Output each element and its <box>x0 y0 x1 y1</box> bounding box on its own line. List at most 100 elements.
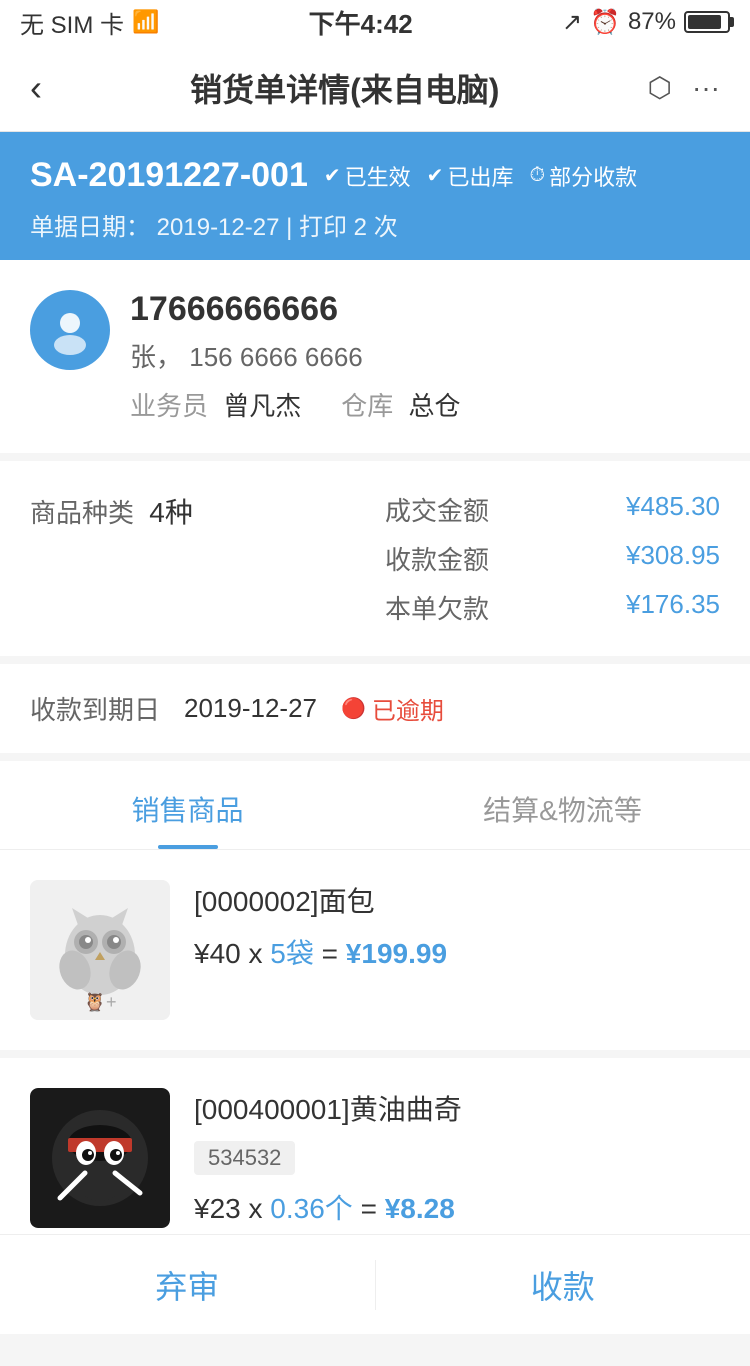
status-badge-3: ⏱ 部分收款 <box>529 160 637 192</box>
customer-name: 张， <box>130 342 182 372</box>
location-icon: ↗ <box>562 8 582 37</box>
summary-section: 商品种类 4种 成交金额 ¥485.30 收款金额 ¥308.95 本单欠款 ¥… <box>0 461 750 656</box>
status-badge-2: ✔ 已出库 <box>427 160 514 192</box>
check-icon-2: ✔ <box>427 163 444 188</box>
received-label: 收款金额 <box>385 540 489 577</box>
list-item: [000400001]黄油曲奇 534532 ¥23 x 0.36个 = ¥8.… <box>0 1058 750 1258</box>
product-price-1: ¥40 x 5袋 = ¥199.99 <box>194 932 720 972</box>
tab-settlement[interactable]: 结算&物流等 <box>375 761 750 849</box>
status-left: 无 SIM 卡 📶 <box>20 5 159 40</box>
customer-name-phone: 张， 156 6666 6666 <box>130 337 720 374</box>
status-badge-1: ✔ 已生效 <box>324 160 411 192</box>
salesperson-value: 曾凡杰 <box>223 391 301 421</box>
order-date: 2019-12-27 <box>157 214 280 241</box>
product-info-1: [0000002]面包 ¥40 x 5袋 = ¥199.99 <box>194 880 720 972</box>
overdue-icon: 🔴 <box>341 696 366 721</box>
due-label: 收款到期日 <box>30 690 160 727</box>
order-id: SA-20191227-001 <box>30 156 308 195</box>
overdue-text: 已逾期 <box>372 691 444 726</box>
received-row: 收款金额 ¥308.95 <box>385 540 720 577</box>
more-icon[interactable]: ··· <box>692 72 720 104</box>
tab-products-label: 销售商品 <box>131 795 243 826</box>
tabs-section: 销售商品 结算&物流等 <box>0 761 750 850</box>
status-time: 下午4:42 <box>309 4 413 41</box>
warehouse-label: 仓库 <box>341 391 393 421</box>
product-qty-1: 5袋 <box>270 938 321 969</box>
product-image-2 <box>30 1088 170 1228</box>
status-label-3: 部分收款 <box>549 160 637 192</box>
nav-actions: ⬡ ··· <box>648 71 720 104</box>
carrier-text: 无 SIM 卡 <box>20 5 124 40</box>
check-icon-1: ✔ <box>324 163 341 188</box>
product-thumb-1: 🦉+ <box>30 880 170 1020</box>
date-label: 单据日期： <box>30 214 150 241</box>
clock-icon: ⏱ <box>529 164 545 187</box>
cancel-button[interactable]: 弃审 <box>0 1242 375 1328</box>
confirm-button[interactable]: 收款 <box>376 1242 750 1328</box>
product-code-1: [0000002] <box>194 886 319 917</box>
product-list: 🦉+ [0000002]面包 ¥40 x 5袋 = ¥199.99 <box>0 850 750 1258</box>
customer-avatar <box>30 290 110 370</box>
nav-title: 销货单详情(来自电脑) <box>190 65 499 111</box>
product-name-2: [000400001]黄油曲奇 <box>194 1088 720 1128</box>
product-thumb-2 <box>30 1088 170 1228</box>
overdue-badge: 🔴 已逾期 <box>341 691 444 726</box>
product-base-price-1: ¥40 <box>194 938 241 969</box>
avatar-icon <box>45 305 95 355</box>
share-icon[interactable]: ⬡ <box>648 71 672 104</box>
status-label-2: 已出库 <box>447 160 513 192</box>
category-count: 4种 <box>149 497 193 528</box>
product-name-1: [0000002]面包 <box>194 880 720 920</box>
salesperson-label: 业务员 <box>130 391 208 421</box>
amount-value: ¥485.30 <box>626 491 720 528</box>
amount-label: 成交金额 <box>385 491 489 528</box>
salesperson-row: 业务员 曾凡杰 <box>130 386 301 423</box>
print-info: | 打印 2 次 <box>286 214 398 241</box>
product-info-2: [000400001]黄油曲奇 534532 ¥23 x 0.36个 = ¥8.… <box>194 1088 720 1227</box>
debt-value: ¥176.35 <box>626 589 720 626</box>
debt-label: 本单欠款 <box>385 589 489 626</box>
product-qty-2: 0.36个 <box>270 1193 360 1224</box>
battery-text: 87% <box>628 8 676 36</box>
nav-bar: ‹ 销货单详情(来自电脑) ⬡ ··· <box>0 44 750 132</box>
product-code-2: [000400001] <box>194 1094 350 1125</box>
product-base-price-2: ¥23 <box>194 1193 241 1224</box>
summary-right: 成交金额 ¥485.30 收款金额 ¥308.95 本单欠款 ¥176.35 <box>385 491 720 626</box>
customer-meta: 业务员 曾凡杰 仓库 总仓 <box>130 386 720 423</box>
order-id-row: SA-20191227-001 ✔ 已生效 ✔ 已出库 ⏱ 部分收款 <box>30 156 720 195</box>
bottom-bar: 弃审 收款 <box>0 1234 750 1334</box>
header-meta: 单据日期： 2019-12-27 | 打印 2 次 <box>30 207 720 242</box>
due-date-section: 收款到期日 2019-12-27 🔴 已逾期 <box>0 664 750 753</box>
svg-text:🦉+: 🦉+ <box>84 992 117 1012</box>
tab-settlement-label: 结算&物流等 <box>483 795 642 826</box>
back-button[interactable]: ‹ <box>30 67 42 109</box>
customer-phone-num: 156 6666 6666 <box>189 342 363 372</box>
warehouse-value: 总仓 <box>409 391 461 421</box>
status-label-1: 已生效 <box>345 160 411 192</box>
customer-id: 17666666666 <box>130 290 720 329</box>
product-title-2: 黄油曲奇 <box>350 1094 462 1125</box>
status-bar: 无 SIM 卡 📶 下午4:42 ↗ ⏰ 87% <box>0 0 750 44</box>
battery-icon <box>684 11 730 33</box>
status-right: ↗ ⏰ 87% <box>562 8 730 37</box>
wifi-icon: 📶 <box>132 9 159 35</box>
summary-left: 商品种类 4种 <box>30 491 365 531</box>
due-date-value: 2019-12-27 <box>184 693 317 724</box>
product-price-2: ¥23 x 0.36个 = ¥8.28 <box>194 1187 720 1227</box>
product-total-1: ¥199.99 <box>346 938 447 969</box>
amount-row: 成交金额 ¥485.30 <box>385 491 720 528</box>
header-banner: SA-20191227-001 ✔ 已生效 ✔ 已出库 ⏱ 部分收款 单据日期：… <box>0 132 750 260</box>
warehouse-row: 仓库 总仓 <box>341 386 460 423</box>
category-label: 商品种类 <box>30 498 134 528</box>
debt-row: 本单欠款 ¥176.35 <box>385 589 720 626</box>
product-title-1: 面包 <box>319 886 375 917</box>
customer-section: 17666666666 张， 156 6666 6666 业务员 曾凡杰 仓库 … <box>0 260 750 453</box>
customer-info: 17666666666 张， 156 6666 6666 业务员 曾凡杰 仓库 … <box>130 290 720 423</box>
list-item: 🦉+ [0000002]面包 ¥40 x 5袋 = ¥199.99 <box>0 850 750 1050</box>
alarm-icon: ⏰ <box>590 8 620 37</box>
product-total-2: ¥8.28 <box>385 1193 455 1224</box>
product-sku-2: 534532 <box>194 1141 295 1175</box>
category-row: 商品种类 4种 <box>30 491 365 531</box>
received-value: ¥308.95 <box>626 540 720 577</box>
tab-products[interactable]: 销售商品 <box>0 761 375 849</box>
